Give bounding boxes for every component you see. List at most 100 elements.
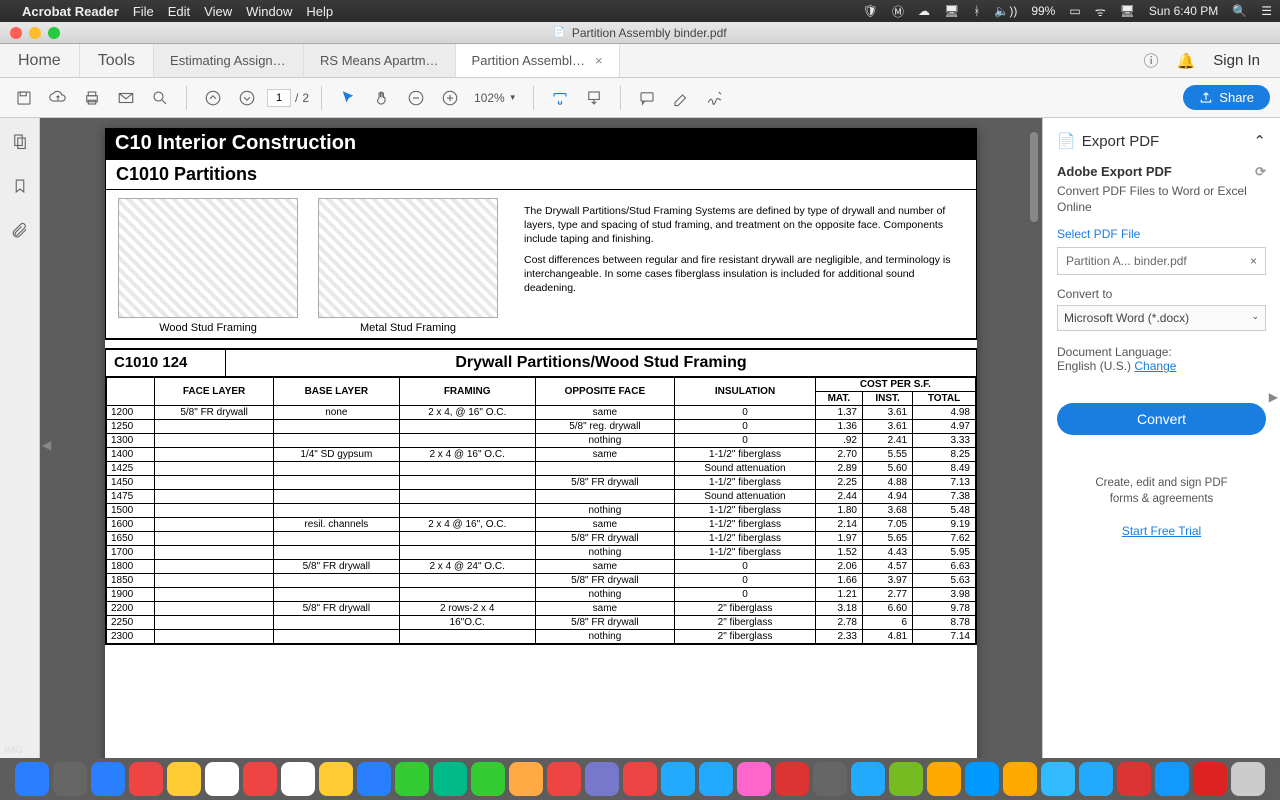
menu-edit[interactable]: Edit [168,4,190,19]
app-name[interactable]: Acrobat Reader [22,4,119,19]
dock-item-7[interactable] [281,762,315,796]
start-free-trial-link[interactable]: Start Free Trial [1057,523,1266,540]
prev-page-arrow[interactable]: ◀ [42,438,51,452]
selected-file-box[interactable]: Partition A... binder.pdf × [1057,247,1266,275]
magnify-icon[interactable] [146,84,174,112]
dock-item-30[interactable] [1155,762,1189,796]
menubar-status-7[interactable]: ▭ [1069,4,1080,18]
cloud-upload-icon[interactable] [44,84,72,112]
menubar-status-2[interactable]: ☁ [918,4,930,18]
dock-item-1[interactable] [53,762,87,796]
menu-file[interactable]: File [133,4,154,19]
bookmark-icon[interactable] [11,177,29,198]
help-icon[interactable]: ⓘ [1144,50,1159,71]
dock-item-2[interactable] [91,762,125,796]
page-current-input[interactable] [267,89,291,107]
comment-icon[interactable] [633,84,661,112]
window-close-button[interactable] [10,27,22,39]
email-icon[interactable] [112,84,140,112]
dock-item-18[interactable] [699,762,733,796]
dock-item-16[interactable] [623,762,657,796]
change-language-link[interactable]: Change [1134,359,1176,373]
right-panel-collapse-arrow[interactable]: ▶ [1269,390,1278,404]
dock-item-15[interactable] [585,762,619,796]
window-minimize-button[interactable] [29,27,41,39]
menubar-status-1[interactable]: Ⓜ [892,3,904,20]
dock-item-10[interactable] [395,762,429,796]
dock-item-17[interactable] [661,762,695,796]
menubar-status-10[interactable]: Sun 6:40 PM [1149,4,1218,18]
fit-page-icon[interactable] [580,84,608,112]
dock-item-28[interactable] [1079,762,1113,796]
dock-item-26[interactable] [1003,762,1037,796]
dock-item-4[interactable] [167,762,201,796]
dock-item-5[interactable] [205,762,239,796]
zoom-in-icon[interactable] [436,84,464,112]
menubar-status-0[interactable]: 🛡 [863,4,878,18]
dock-item-23[interactable] [889,762,923,796]
menubar-status-8[interactable]: ᯤ [1095,3,1106,20]
dock-item-11[interactable] [433,762,467,796]
doc-tab-1[interactable]: Estimating Assign… [154,44,304,77]
sign-icon[interactable] [701,84,729,112]
menubar-status-9[interactable]: 🖥 [1120,4,1135,18]
menubar-status-5[interactable]: 🔈)) [994,4,1017,18]
format-select[interactable]: Microsoft Word (*.docx) ⌄ [1057,305,1266,331]
menubar-status-4[interactable]: ᚼ [973,4,980,18]
dock-item-27[interactable] [1041,762,1075,796]
dock-item-13[interactable] [509,762,543,796]
hand-tool-icon[interactable] [368,84,396,112]
fit-width-icon[interactable] [546,84,574,112]
dock-item-3[interactable] [129,762,163,796]
zoom-select[interactable]: 102%▼ [470,89,521,107]
attachment-icon[interactable] [11,222,29,243]
export-pdf-heading[interactable]: Export PDF [1082,133,1160,150]
dock-item-20[interactable] [775,762,809,796]
convert-button[interactable]: Convert [1057,403,1266,435]
thumbnails-icon[interactable] [11,132,29,153]
save-icon[interactable] [10,84,38,112]
highlight-icon[interactable] [667,84,695,112]
collapse-chevron-icon[interactable]: ⌃ [1253,132,1266,150]
menubar-status-6[interactable]: 99% [1031,4,1055,18]
tools-tab[interactable]: Tools [80,44,154,77]
share-button[interactable]: Share [1183,85,1270,110]
home-tab[interactable]: Home [0,44,80,77]
page-down-icon[interactable] [233,84,261,112]
dock[interactable] [0,758,1280,800]
dock-item-22[interactable] [851,762,885,796]
dock-item-21[interactable] [813,762,847,796]
dock-item-8[interactable] [319,762,353,796]
dock-item-25[interactable] [965,762,999,796]
menu-view[interactable]: View [204,4,232,19]
menu-window[interactable]: Window [246,4,292,19]
dock-item-24[interactable] [927,762,961,796]
dock-item-0[interactable] [15,762,49,796]
print-icon[interactable] [78,84,106,112]
dock-item-29[interactable] [1117,762,1151,796]
doc-tab-3-active[interactable]: Partition Assembl… × [456,44,620,77]
clear-file-icon[interactable]: × [1250,254,1257,268]
document-viewer[interactable]: ◀ C10 Interior Construction C1010 Partit… [40,118,1042,758]
bell-icon[interactable]: 🔔 [1177,52,1196,70]
zoom-out-icon[interactable] [402,84,430,112]
sign-in-button[interactable]: Sign In [1213,52,1260,69]
dock-item-9[interactable] [357,762,391,796]
menubar-status-12[interactable]: ☰ [1261,4,1272,18]
dock-item-31[interactable] [1193,762,1227,796]
refresh-icon[interactable]: ⟳ [1255,164,1266,180]
window-zoom-button[interactable] [48,27,60,39]
dock-item-12[interactable] [471,762,505,796]
menubar-status-3[interactable]: 🖥 [944,4,959,18]
select-tool-icon[interactable] [334,84,362,112]
page-up-icon[interactable] [199,84,227,112]
menu-help[interactable]: Help [306,4,333,19]
select-file-link[interactable]: Select PDF File [1057,227,1266,241]
close-tab-icon[interactable]: × [595,53,603,68]
doc-tab-2[interactable]: RS Means Apartm… [304,44,456,77]
menubar-status-11[interactable]: 🔍 [1232,4,1247,18]
scrollbar-thumb[interactable] [1030,132,1038,222]
dock-item-32[interactable] [1231,762,1265,796]
dock-item-6[interactable] [243,762,277,796]
dock-item-14[interactable] [547,762,581,796]
